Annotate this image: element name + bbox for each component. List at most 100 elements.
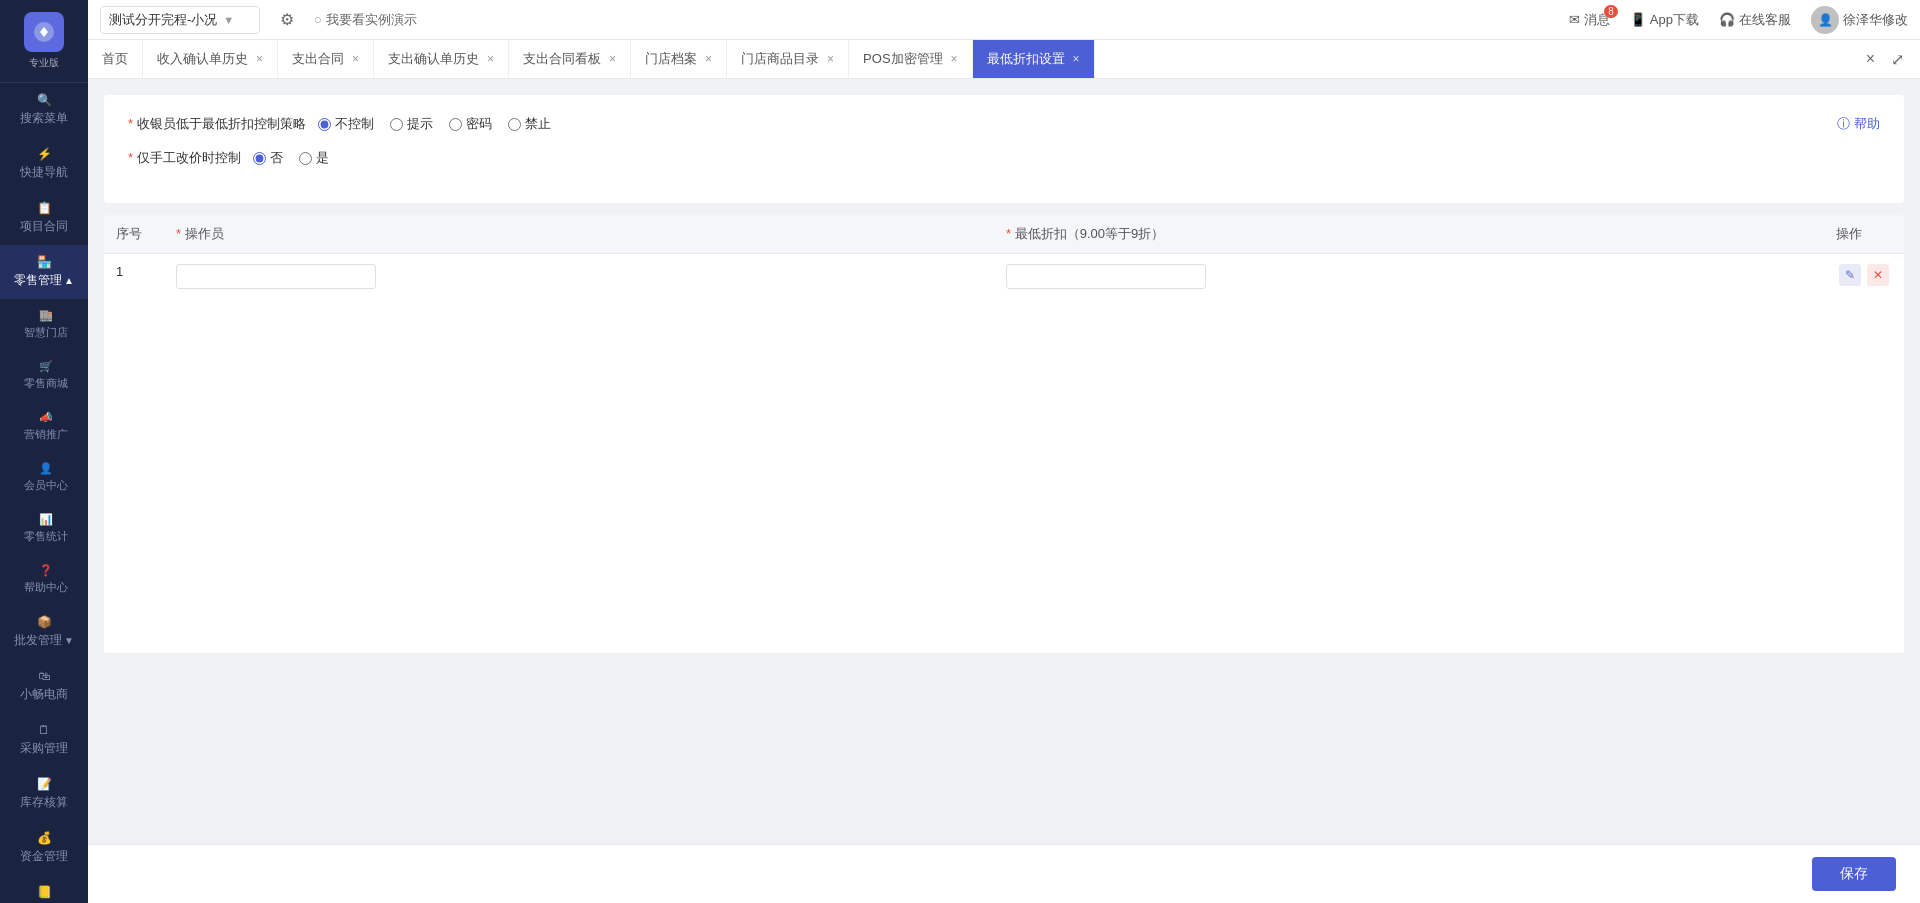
tab-pos-encrypt-close-icon[interactable]: × [951,52,958,66]
sidebar-item-inventory[interactable]: 📝 库存核算 [0,767,88,821]
sidebar-item-retail-mgmt[interactable]: 🏪 零售管理 ▲ [0,245,88,299]
strategy-no-control[interactable]: 不控制 [318,115,374,133]
tab-min-discount[interactable]: 最低折扣设置 × [973,40,1095,78]
strategy-password-radio[interactable] [449,118,462,131]
sidebar-item-marketing[interactable]: 📣 营销推广 [0,401,88,452]
tab-payment-contract[interactable]: 支出合同 × [278,40,374,78]
tab-income-history-close-icon[interactable]: × [256,52,263,66]
manual-no-radio[interactable] [253,152,266,165]
sidebar-item-project-label: 项目合同 [20,218,68,235]
ecommerce-icon: 🛍 [38,669,50,683]
tab-store-file-close-icon[interactable]: × [705,52,712,66]
tab-min-discount-label: 最低折扣设置 [987,50,1065,68]
ledger-icon: 📒 [37,885,52,899]
app-download-btn[interactable]: 📱 App下载 [1630,11,1699,29]
cell-action-1: ✎ ✕ [1824,254,1904,654]
tab-store-catalog[interactable]: 门店商品目录 × [727,40,849,78]
sidebar-item-retail-stat[interactable]: 📊 零售统计 [0,503,88,554]
cell-min-discount-1[interactable] [994,254,1824,654]
tab-store-file[interactable]: 门店档案 × [631,40,727,78]
project-selector[interactable]: 测试分开完程-小况 ▼ [100,6,260,34]
sidebar-item-smart-store[interactable]: 🏬 智慧门店 [0,299,88,350]
sidebar-item-project[interactable]: 📋 项目合同 [0,191,88,245]
wholesale-icon: 📦 [37,615,52,629]
avatar: 👤 [1811,6,1839,34]
manual-yes-radio[interactable] [299,152,312,165]
sidebar-item-ecommerce-label: 小畅电商 [20,686,68,703]
strategy-forbid-label: 禁止 [525,115,551,133]
top-header: 测试分开完程-小况 ▼ ⚙ ○ 我要看实例演示 ✉ 消息 8 📱 App下载 🎧… [88,0,1920,40]
help-btn[interactable]: ⓘ 帮助 [1837,115,1880,133]
sidebar-item-shortcut-label: 快捷导航 [20,164,68,181]
inventory-icon: 📝 [37,777,52,791]
sidebar-item-help-label: 帮助中心 [24,580,68,595]
strategy-forbid[interactable]: 禁止 [508,115,551,133]
tab-home-label: 首页 [102,50,128,68]
strategy-forbid-radio[interactable] [508,118,521,131]
operator-input-1[interactable] [176,264,376,289]
tab-close-all-icon[interactable]: × [1862,48,1879,70]
tab-payment-confirm-history-close-icon[interactable]: × [487,52,494,66]
tab-income-history[interactable]: 收入确认单历史 × [143,40,278,78]
tab-payment-contract-board-close-icon[interactable]: × [609,52,616,66]
tab-payment-contract-board[interactable]: 支出合同看板 × [509,40,631,78]
sidebar-item-ledger[interactable]: 📒 总账管理 [0,875,88,903]
table-row: 1 ✎ ✕ [104,254,1904,654]
sidebar-item-finance[interactable]: 💰 资金管理 [0,821,88,875]
sidebar-item-retail-label: 零售管理 ▲ [14,272,74,289]
save-button[interactable]: 保存 [1812,857,1896,891]
strategy-remind[interactable]: 提示 [390,115,433,133]
sidebar-item-wholesale-label: 批发管理 ▼ [14,632,74,649]
manual-yes[interactable]: 是 [299,149,329,167]
retail-mgmt-icon: 🏪 [37,255,52,269]
user-profile-btn[interactable]: 👤 徐泽华修改 [1811,6,1908,34]
sidebar-item-wholesale[interactable]: 📦 批发管理 ▼ [0,605,88,659]
sidebar: 专业版 🔍 搜索菜单 ⚡ 快捷导航 📋 项目合同 🏪 零售管理 ▲ 🏬 智慧门店… [0,0,88,903]
tab-home[interactable]: 首页 [88,40,143,78]
strategy-row: 收银员低于最低折扣控制策略 不控制 提示 密码 [128,115,1880,133]
sidebar-item-shortcut[interactable]: ⚡ 快捷导航 [0,137,88,191]
retail-stat-icon: 📊 [39,513,53,526]
strategy-no-control-radio[interactable] [318,118,331,131]
sidebar-item-member[interactable]: 👤 会员中心 [0,452,88,503]
strategy-remind-radio[interactable] [390,118,403,131]
sidebar-item-purchase[interactable]: 🗒 采购管理 [0,713,88,767]
retail-mall-icon: 🛒 [39,360,53,373]
demo-link-icon: ○ [314,12,322,27]
topbar-settings-icon[interactable]: ⚙ [276,6,298,33]
tab-pos-encrypt[interactable]: POS加密管理 × [849,40,972,78]
sidebar-item-smart-store-label: 智慧门店 [24,325,68,340]
table-header-row: 序号 * 操作员 * 最低折扣（9.00等于9折） 操作 [104,215,1904,254]
edit-btn-1[interactable]: ✎ [1839,264,1861,286]
manual-no[interactable]: 否 [253,149,283,167]
manual-radio-group: 否 是 [253,149,329,167]
chevron-up-icon: ▲ [64,275,74,286]
search-icon: 🔍 [37,93,52,107]
col-header-min-discount: * 最低折扣（9.00等于9折） [994,215,1824,254]
username-label: 徐泽华修改 [1843,11,1908,29]
online-support-label: 在线客服 [1739,11,1791,29]
tab-bar-actions: × ⤢ [1850,48,1920,71]
data-table: 序号 * 操作员 * 最低折扣（9.00等于9折） 操作 1 [104,215,1904,654]
cell-operator-1[interactable] [164,254,994,654]
tab-payment-confirm-history[interactable]: 支出确认单历史 × [374,40,509,78]
message-btn[interactable]: ✉ 消息 8 [1569,11,1610,29]
tab-store-catalog-close-icon[interactable]: × [827,52,834,66]
sidebar-item-ecommerce[interactable]: 🛍 小畅电商 [0,659,88,713]
sidebar-item-help[interactable]: ❓ 帮助中心 [0,554,88,605]
tab-store-catalog-label: 门店商品目录 [741,50,819,68]
message-icon: ✉ [1569,12,1580,27]
strategy-password[interactable]: 密码 [449,115,492,133]
sidebar-item-finance-label: 资金管理 [20,848,68,865]
online-support-btn[interactable]: 🎧 在线客服 [1719,11,1791,29]
project-name: 测试分开完程-小况 [109,11,217,29]
tab-payment-contract-close-icon[interactable]: × [352,52,359,66]
sidebar-item-retail-mall[interactable]: 🛒 零售商城 [0,350,88,401]
delete-btn-1[interactable]: ✕ [1867,264,1889,286]
tab-expand-icon[interactable]: ⤢ [1887,48,1908,71]
min-discount-input-1[interactable] [1006,264,1206,289]
strategy-password-label: 密码 [466,115,492,133]
demo-link[interactable]: ○ 我要看实例演示 [314,11,417,29]
sidebar-item-search[interactable]: 🔍 搜索菜单 [0,83,88,137]
tab-min-discount-close-icon[interactable]: × [1073,52,1080,66]
